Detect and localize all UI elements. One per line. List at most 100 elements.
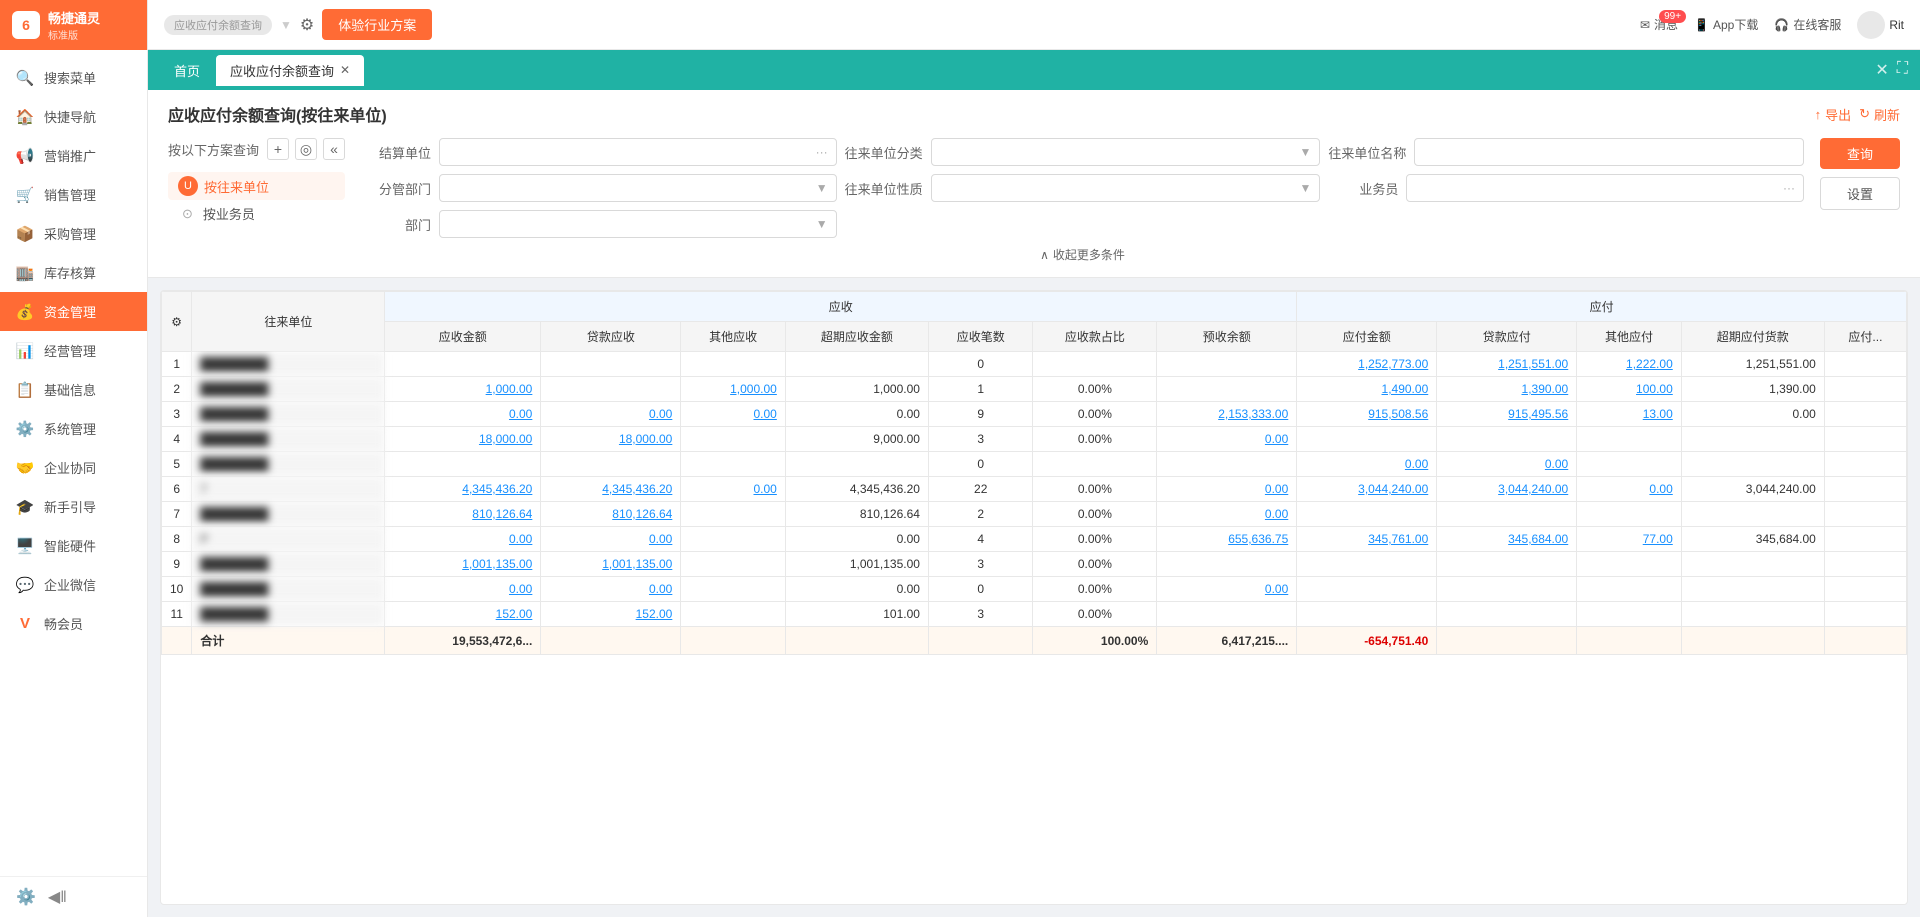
input-unit-name[interactable] [1414, 138, 1804, 166]
tab-query[interactable]: 应收应付余额查询 ✕ [216, 55, 364, 86]
sidebar-item-basic[interactable]: 📋 基础信息 [0, 370, 147, 409]
sidebar-settings-icon[interactable]: ⚙️ [16, 887, 36, 907]
set-button[interactable]: 设置 [1820, 177, 1900, 210]
label-branch-dept: 分管部门 [361, 179, 431, 198]
notification-icon: ✉ [1640, 18, 1650, 32]
close-window-icon[interactable]: ✕ [1875, 60, 1888, 80]
unit-category-arrow: ▼ [1299, 145, 1311, 159]
online-service-btn[interactable]: 🎧 在线客服 [1774, 16, 1841, 33]
breadcrumb-area: 应收应付余额查询 ▼ ⚙ 体验行业方案 [164, 9, 1624, 40]
logo-icon: 6 [12, 11, 40, 39]
inventory-icon: 🏬 [16, 264, 34, 282]
sidebar-item-member[interactable]: V 畅会员 [0, 604, 147, 643]
sidebar-item-quick[interactable]: 🏠 快捷导航 [0, 97, 147, 136]
sidebar-item-wechat[interactable]: 💬 企业微信 [0, 565, 147, 604]
filter-add-btn[interactable]: + [267, 138, 289, 160]
filter-option-by-unit[interactable]: U 按往来单位 [168, 172, 345, 200]
sidebar-item-search[interactable]: 🔍 搜索菜单 [0, 58, 147, 97]
table-row: 2████████1,000.001,000.001,000.0010.00%1… [162, 377, 1907, 402]
sidebar-item-marketing[interactable]: 📢 营销推广 [0, 136, 147, 175]
tab-home-label: 首页 [174, 61, 200, 80]
input-unit-nature[interactable]: ▼ [931, 174, 1321, 202]
sidebar-item-hardware[interactable]: 🖥️ 智能硬件 [0, 526, 147, 565]
label-unit-nature: 往来单位性质 [845, 179, 923, 198]
col-recv-overdue: 超期应收金额 [785, 322, 928, 352]
notification-btn[interactable]: ✉ 消息 99+ [1640, 16, 1678, 33]
data-table-container[interactable]: ⚙ 往来单位 应收 应付 应收金额 贷款应收 其他应收 超期应收金额 应收笔数 … [160, 290, 1908, 905]
query-button[interactable]: 查询 [1820, 138, 1900, 169]
system-icon: ⚙️ [16, 420, 34, 438]
label-department: 部门 [361, 215, 431, 234]
sales-icon: 🛒 [16, 186, 34, 204]
purchase-icon: 📦 [16, 225, 34, 243]
filter-scheme-label: 按以下方案查询 [168, 140, 259, 159]
sidebar-label-member: 畅会员 [44, 614, 83, 633]
export-button[interactable]: ↑ 导出 [1815, 105, 1852, 124]
sidebar-item-inventory[interactable]: 🏬 库存核算 [0, 253, 147, 292]
guide-icon: 🎓 [16, 498, 34, 516]
sidebar-item-purchase[interactable]: 📦 采购管理 [0, 214, 147, 253]
corp-icon: 🤝 [16, 459, 34, 477]
sidebar-item-sales[interactable]: 🛒 销售管理 [0, 175, 147, 214]
tab-bar: 首页 应收应付余额查询 ✕ ✕ ⛶ [148, 50, 1920, 90]
footer-prepay: 6,417,215.... [1157, 627, 1297, 655]
filter-area: 按以下方案查询 + ◎ « U 按往来单位 ⊙ [168, 138, 1900, 277]
col-recv-ratio: 应收款占比 [1033, 322, 1157, 352]
filter-settings-btn[interactable]: ◎ [295, 138, 317, 160]
refresh-button[interactable]: ↻ 刷新 [1859, 105, 1900, 124]
sidebar-item-corp[interactable]: 🤝 企业协同 [0, 448, 147, 487]
sidebar-item-guide[interactable]: 🎓 新手引导 [0, 487, 147, 526]
sidebar-label-basic: 基础信息 [44, 380, 96, 399]
col-recv-amt: 应收金额 [385, 322, 541, 352]
footer-recv-amt: 19,553,472,6... [385, 627, 541, 655]
sidebar-collapse-icon[interactable]: ◀‖ [48, 887, 67, 907]
operation-icon: 📊 [16, 342, 34, 360]
sidebar-label-finance: 资金管理 [44, 302, 96, 321]
input-settlement-unit[interactable]: ··· [439, 138, 837, 166]
table-row: 7████████810,126.64810,126.64810,126.642… [162, 502, 1907, 527]
label-unit-category: 往来单位分类 [845, 143, 923, 162]
input-salesperson[interactable]: ··· [1406, 174, 1804, 202]
gear-btn[interactable]: ⚙ [300, 15, 314, 35]
filter-collapse-left-btn[interactable]: « [323, 138, 345, 160]
footer-pay-overdue [1681, 627, 1824, 655]
sidebar-item-operation[interactable]: 📊 经营管理 [0, 331, 147, 370]
table-row: 9████████1,001,135.001,001,135.001,001,1… [162, 552, 1907, 577]
maximize-icon[interactable]: ⛶ [1897, 60, 1908, 80]
input-department[interactable]: ▼ [439, 210, 837, 238]
by-staff-label: 按业务员 [203, 204, 255, 223]
table-row: 5████████00.000.00 [162, 452, 1907, 477]
filter-unit-name: 往来单位名称 [1328, 138, 1804, 166]
promo-button[interactable]: 体验行业方案 [322, 9, 432, 40]
input-unit-category[interactable]: ▼ [931, 138, 1321, 166]
col-pay-other: 其他应付 [1577, 322, 1682, 352]
filter-action-btns: 查询 设置 [1820, 138, 1900, 210]
input-branch-dept[interactable]: ▼ [439, 174, 837, 202]
table-row: 10████████0.000.000.0000.00%0.00 [162, 577, 1907, 602]
col-settings[interactable]: ⚙ [162, 292, 192, 352]
col-partner: 往来单位 [192, 292, 385, 352]
search-icon: 🔍 [16, 69, 34, 87]
table-row: 8P0.000.000.0040.00%655,636.75345,761.00… [162, 527, 1907, 552]
sidebar-label-wechat: 企业微信 [44, 575, 96, 594]
table-row: 4████████18,000.0018,000.009,000.0030.00… [162, 427, 1907, 452]
service-icon: 🎧 [1774, 18, 1789, 32]
tab-query-label: 应收应付余额查询 [230, 61, 334, 80]
collapse-up-icon: ∧ [1040, 248, 1049, 262]
tab-home[interactable]: 首页 [160, 55, 214, 86]
sidebar-item-system[interactable]: ⚙️ 系统管理 [0, 409, 147, 448]
table-footer-row: 合计 19,553,472,6... 100.00% 6,417,215....… [162, 627, 1907, 655]
sidebar-label-system: 系统管理 [44, 419, 96, 438]
filter-row-3: 部门 ▼ [361, 210, 1804, 238]
filter-row-1: 结算单位 ··· 往来单位分类 ▼ [361, 138, 1804, 166]
col-group-payable: 应付 [1297, 292, 1907, 322]
app-download-btn[interactable]: 📱 App下载 [1694, 16, 1758, 33]
collapse-button[interactable]: ∧ 收起更多条件 [1040, 246, 1125, 263]
user-area[interactable]: Rit [1857, 11, 1904, 39]
tab-close-icon[interactable]: ✕ [340, 63, 350, 77]
breadcrumb: 应收应付余额查询 [164, 15, 272, 35]
sidebar-item-finance[interactable]: 💰 资金管理 [0, 292, 147, 331]
filter-option-by-staff[interactable]: ⊙ 按业务员 [168, 200, 345, 227]
filter-collapse-row: ∧ 收起更多条件 [361, 246, 1804, 263]
sidebar-label-operation: 经营管理 [44, 341, 96, 360]
